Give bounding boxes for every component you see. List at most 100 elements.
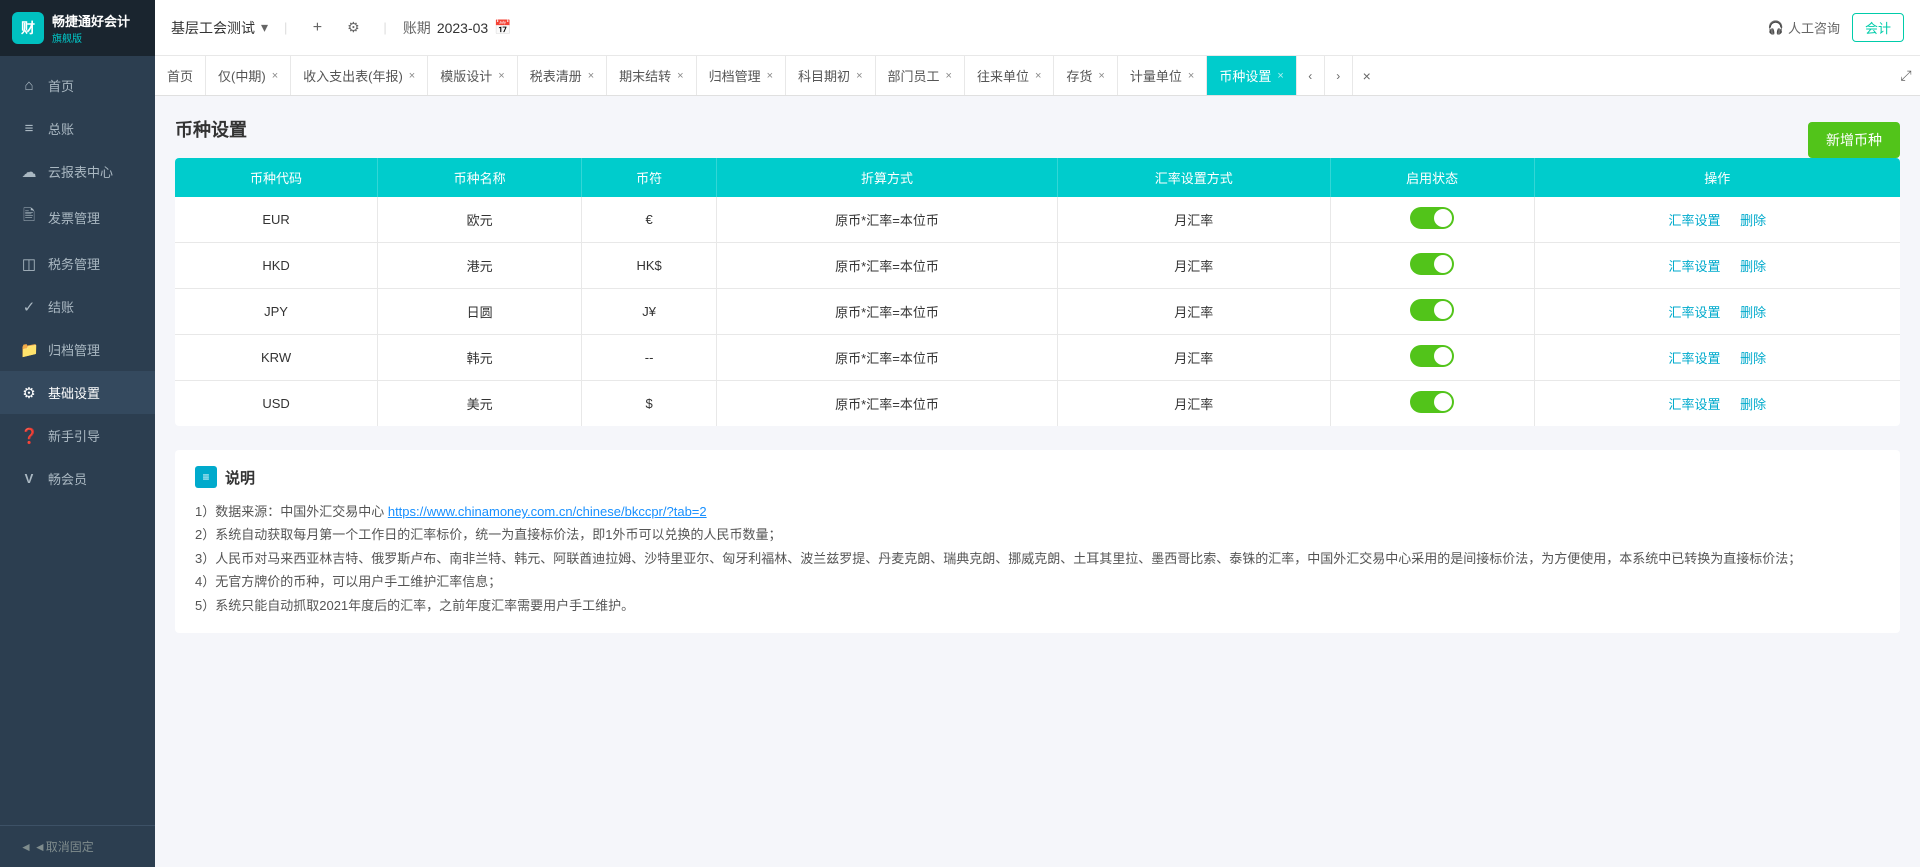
col-status: 启用状态 (1330, 158, 1534, 197)
tab-tax-label: 税表清册 (530, 66, 582, 85)
rate-setting-link-2[interactable]: 汇率设置 (1668, 305, 1720, 320)
sidebar-item-label-archive: 归档管理 (48, 340, 100, 359)
dropdown-icon: ▾ (261, 19, 268, 36)
tab-home[interactable]: 首页 (155, 56, 206, 95)
toggle-2[interactable] (1410, 299, 1454, 321)
topbar-right: 🎧 人工咨询 会计 (1768, 13, 1904, 42)
tab-unit-close[interactable]: × (1188, 70, 1194, 82)
toggle-1[interactable] (1410, 253, 1454, 275)
toggle-0[interactable] (1410, 207, 1454, 229)
tab-balance[interactable]: 仅(中期) × (206, 56, 291, 95)
company-selector[interactable]: 基层工会测试 ▾ (171, 18, 268, 38)
tab-currency-label: 币种设置 (1219, 66, 1271, 85)
topbar: 基层工会测试 ▾ | + ⚙ | 账期 2023-03 📅 🎧 人工咨询 会计 (155, 0, 1920, 56)
ledger-icon: ≡ (20, 120, 38, 137)
sidebar-pin-toggle[interactable]: ◄ ◄取消固定 (0, 825, 155, 867)
tab-dept-close[interactable]: × (946, 70, 952, 82)
sidebar-nav: ⌂ 首页 ≡ 总账 ☁ 云报表中心 🖹 发票管理 ◫ 税务管理 ✓ 结账 📁 归… (0, 56, 155, 825)
tab-income-close[interactable]: × (409, 70, 415, 82)
sidebar-item-label-member: 畅会员 (48, 469, 87, 488)
tab-tax-close[interactable]: × (588, 70, 594, 82)
tab-template[interactable]: 模版设计 × (428, 56, 517, 95)
delete-link-2[interactable]: 删除 (1740, 305, 1766, 320)
delete-link-3[interactable]: 删除 (1740, 351, 1766, 366)
tab-subjects-label: 科目期初 (798, 66, 850, 85)
rate-setting-link-0[interactable]: 汇率设置 (1668, 213, 1720, 228)
tab-expand-button[interactable]: ⤢ (1892, 56, 1920, 95)
sidebar-item-settings[interactable]: ⚙ 基础设置 (0, 371, 155, 414)
settings-button[interactable]: ⚙ (339, 14, 367, 42)
tab-currency[interactable]: 币种设置 × (1207, 56, 1296, 95)
tab-income[interactable]: 收入支出表(年报) × (291, 56, 428, 95)
tab-inventory-close[interactable]: × (1098, 70, 1104, 82)
sidebar-item-label-settings: 基础设置 (48, 383, 100, 402)
tab-inventory[interactable]: 存货 × (1054, 56, 1117, 95)
sidebar-item-settle[interactable]: ✓ 结账 (0, 285, 155, 328)
col-rate-method: 汇率设置方式 (1057, 158, 1330, 197)
tab-dept[interactable]: 部门员工 × (876, 56, 965, 95)
sidebar-item-invoice[interactable]: 🖹 发票管理 (0, 193, 155, 242)
delete-link-0[interactable]: 删除 (1740, 213, 1766, 228)
cell-name-0: 欧元 (378, 197, 582, 243)
table-row: JPY 日圆 J¥ 原币*汇率=本位币 月汇率 汇率设置 删除 (175, 289, 1900, 335)
table-row: USD 美元 $ 原币*汇率=本位币 月汇率 汇率设置 删除 (175, 381, 1900, 427)
logo-text: 畅捷通好会计 旗舰版 (52, 11, 130, 45)
page-title: 币种设置 (175, 116, 1900, 142)
tab-subjects[interactable]: 科目期初 × (786, 56, 875, 95)
rate-setting-link-3[interactable]: 汇率设置 (1668, 351, 1720, 366)
cell-rate-method-3: 月汇率 (1057, 335, 1330, 381)
content-area: 币种设置 新增币种 币种代码 币种名称 币符 折算方式 汇率设置方式 启用状态 … (155, 96, 1920, 867)
cell-rate-method-0: 月汇率 (1057, 197, 1330, 243)
settings-icon: ⚙ (20, 384, 38, 402)
member-icon: V (20, 471, 38, 486)
tab-currency-close[interactable]: × (1277, 70, 1283, 82)
tab-contacts[interactable]: 往来单位 × (965, 56, 1054, 95)
toggle-3[interactable] (1410, 345, 1454, 367)
home-icon: ⌂ (20, 77, 38, 94)
table-header-row: 币种代码 币种名称 币符 折算方式 汇率设置方式 启用状态 操作 (175, 158, 1900, 197)
tab-period-end-close[interactable]: × (677, 70, 683, 82)
tab-nav-next[interactable]: › (1325, 56, 1353, 95)
sidebar-item-archive[interactable]: 📁 归档管理 (0, 328, 155, 371)
tab-balance-close[interactable]: × (272, 70, 278, 82)
topbar-divider-2: | (383, 20, 386, 35)
sidebar-item-tax[interactable]: ◫ 税务管理 (0, 242, 155, 285)
tab-contacts-close[interactable]: × (1035, 70, 1041, 82)
toggle-4[interactable] (1410, 391, 1454, 413)
period-display: 账期 2023-03 📅 (403, 18, 512, 38)
sidebar-item-guide[interactable]: ❓ 新手引导 (0, 414, 155, 457)
delete-link-1[interactable]: 删除 (1740, 259, 1766, 274)
calendar-icon[interactable]: 📅 (494, 19, 511, 36)
sidebar-item-member[interactable]: V 畅会员 (0, 457, 155, 500)
notes-icon: ≡ (195, 466, 217, 488)
main-area: 基层工会测试 ▾ | + ⚙ | 账期 2023-03 📅 🎧 人工咨询 会计 … (155, 0, 1920, 867)
new-currency-button[interactable]: 新增币种 (1808, 122, 1900, 158)
sidebar-item-reports[interactable]: ☁ 云报表中心 (0, 150, 155, 193)
period-value: 2023-03 (437, 20, 488, 36)
rate-setting-link-1[interactable]: 汇率设置 (1668, 259, 1720, 274)
tab-archive-close[interactable]: × (767, 70, 773, 82)
sidebar-item-label-tax: 税务管理 (48, 254, 100, 273)
tab-nav-prev[interactable]: ‹ (1297, 56, 1325, 95)
tab-template-close[interactable]: × (498, 70, 504, 82)
tab-tax[interactable]: 税表清册 × (518, 56, 607, 95)
tab-subjects-close[interactable]: × (856, 70, 862, 82)
rate-setting-link-4[interactable]: 汇率设置 (1668, 397, 1720, 412)
table-row: KRW 韩元 -- 原币*汇率=本位币 月汇率 汇率设置 删除 (175, 335, 1900, 381)
add-company-button[interactable]: + (303, 14, 331, 42)
tab-close-all-button[interactable]: × (1353, 56, 1381, 95)
tab-archive[interactable]: 归档管理 × (697, 56, 786, 95)
cell-status-2 (1330, 289, 1534, 335)
sidebar-item-ledger[interactable]: ≡ 总账 (0, 107, 155, 150)
notes-title-row: ≡ 说明 (195, 466, 1880, 488)
service-button[interactable]: 🎧 人工咨询 (1768, 18, 1840, 37)
cell-rate-method-2: 月汇率 (1057, 289, 1330, 335)
tab-unit[interactable]: 计量单位 × (1118, 56, 1207, 95)
tab-period-end[interactable]: 期末结转 × (607, 56, 696, 95)
cell-rate-method-4: 月汇率 (1057, 381, 1330, 427)
sidebar-item-home[interactable]: ⌂ 首页 (0, 64, 155, 107)
delete-link-4[interactable]: 删除 (1740, 397, 1766, 412)
notes-external-link[interactable]: https://www.chinamoney.com.cn/chinese/bk… (388, 504, 707, 519)
account-button[interactable]: 会计 (1852, 13, 1904, 42)
col-actions: 操作 (1534, 158, 1900, 197)
